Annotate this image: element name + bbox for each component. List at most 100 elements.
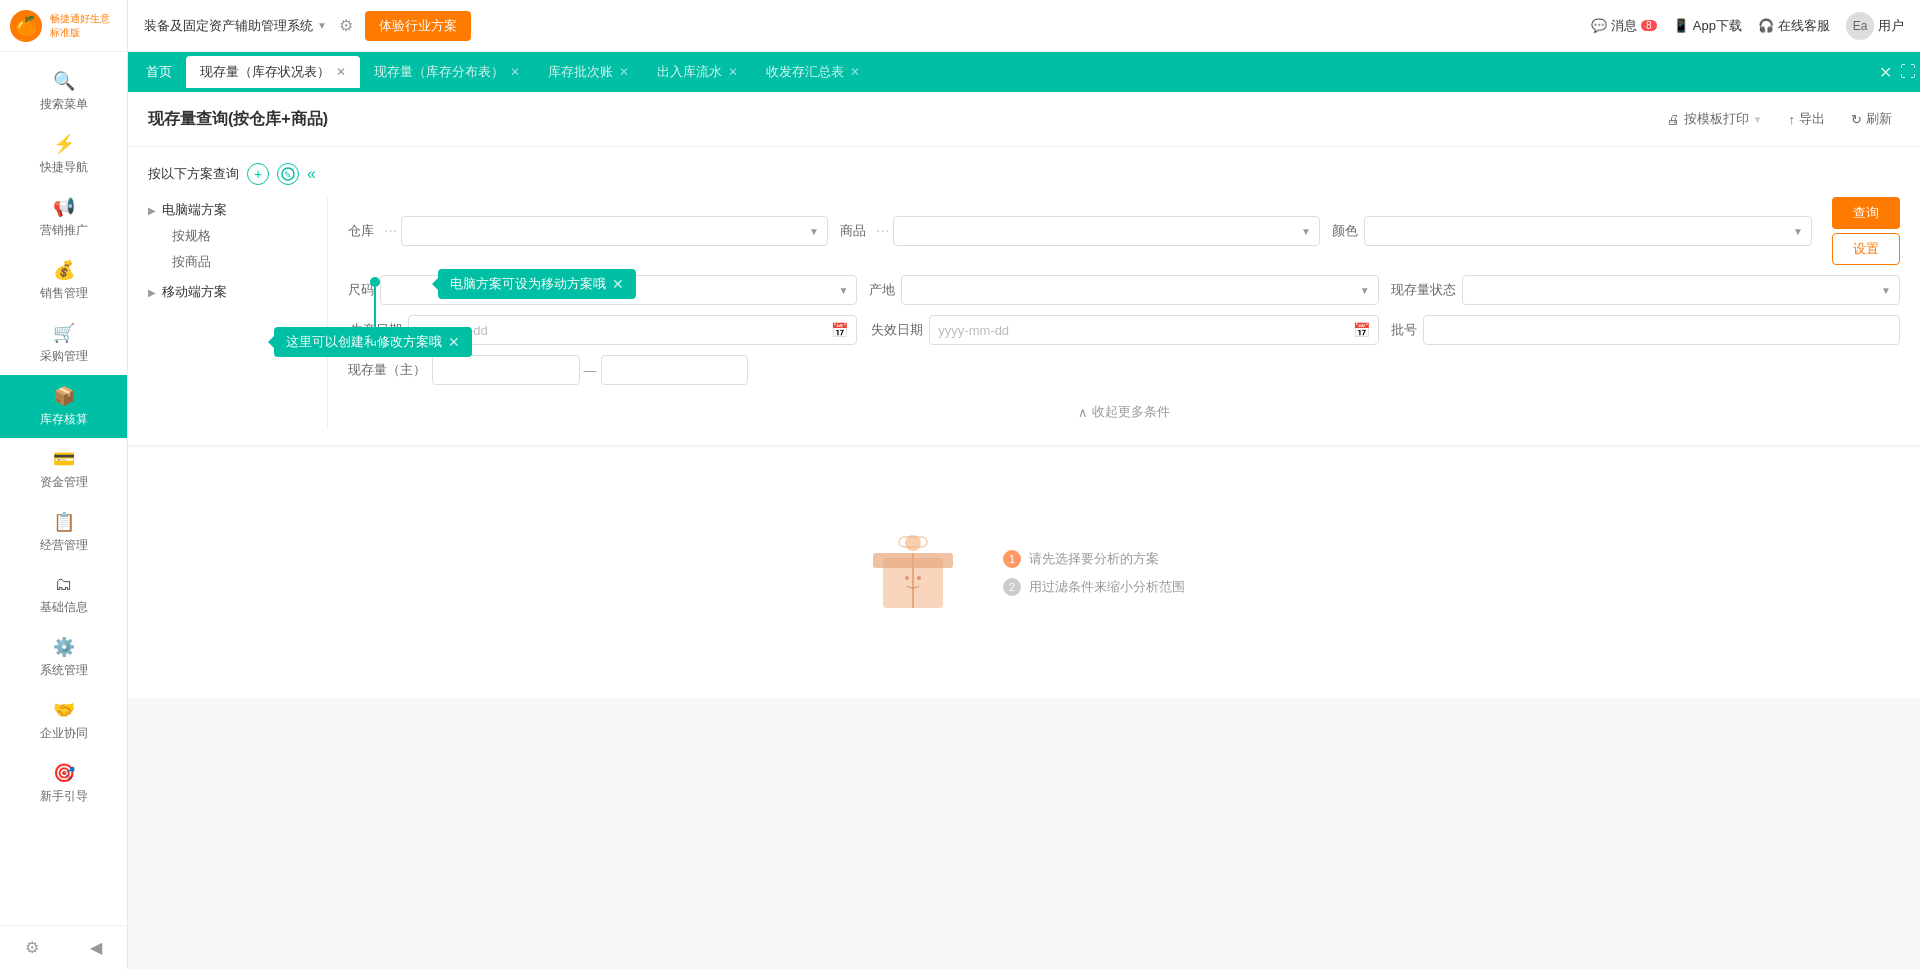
- sidebar-item-management[interactable]: 📋 经营管理: [0, 501, 127, 564]
- tab-home[interactable]: 首页: [132, 56, 186, 88]
- tab-batch-close[interactable]: ✕: [619, 65, 629, 79]
- print-btn[interactable]: 🖨 按模板打印 ▼: [1659, 106, 1771, 132]
- expiry-date-label: 失效日期: [869, 321, 929, 339]
- tab-batch[interactable]: 库存批次账 ✕: [534, 56, 643, 88]
- tab-inventory-dist-label: 现存量（库存分布表）: [374, 63, 504, 81]
- sidebar-item-cooperation[interactable]: 🤝 企业协同: [0, 689, 127, 752]
- scheme-pc[interactable]: ▶ 电脑端方案: [148, 197, 315, 223]
- tab-batch-label: 库存批次账: [548, 63, 613, 81]
- step-2-num: 2: [1003, 578, 1021, 596]
- sidebar-nav: 🔍 搜索菜单 ⚡ 快捷导航 📢 营销推广 💰 销售管理 🛒 采购管理 📦 库存核…: [0, 52, 127, 925]
- phone-icon: 📱: [1673, 18, 1689, 33]
- logo-line2: 标准版: [50, 26, 110, 40]
- sidebar-item-basic[interactable]: 🗂 基础信息: [0, 564, 127, 626]
- online-service-btn[interactable]: 🎧 在线客服: [1758, 17, 1830, 35]
- sidebar-item-nav[interactable]: ⚡ 快捷导航: [0, 123, 127, 186]
- page-title: 现存量查询(按仓库+商品): [148, 109, 328, 130]
- management-icon: 📋: [53, 511, 75, 533]
- sidebar-item-purchase[interactable]: 🛒 采购管理: [0, 312, 127, 375]
- svg-text:✎: ✎: [284, 170, 292, 180]
- filter-stock-main: 现存量（主） —: [348, 355, 748, 385]
- filter-batch: 批号: [1391, 315, 1900, 345]
- scheme-pc-spec[interactable]: 按规格: [148, 223, 315, 249]
- print-arrow-icon: ▼: [1753, 114, 1763, 125]
- stock-range-sep: —: [584, 363, 597, 378]
- tooltip-edit-close[interactable]: ✕: [448, 334, 460, 350]
- filter-origin: 产地 ▼: [869, 275, 1378, 305]
- message-icon: 💬: [1591, 18, 1607, 33]
- export-icon: ↑: [1789, 112, 1796, 127]
- filter-warehouse: 仓库 ··· ▼: [348, 216, 828, 246]
- topbar-settings-icon[interactable]: ⚙: [339, 16, 353, 35]
- warehouse-select-arrow: ▼: [809, 226, 819, 237]
- warehouse-select[interactable]: ▼: [401, 216, 828, 246]
- sidebar-item-sales[interactable]: 💰 销售管理: [0, 249, 127, 312]
- tab-close-all-btn[interactable]: ✕: [1879, 63, 1892, 82]
- step-1-num: 1: [1003, 550, 1021, 568]
- color-select[interactable]: ▼: [1364, 216, 1812, 246]
- goods-label: 商品: [840, 222, 872, 240]
- sidebar-item-guide[interactable]: 🎯 新手引导: [0, 752, 127, 815]
- sidebar-item-finance-label: 资金管理: [40, 474, 88, 491]
- tooltip-pc: 电脑方案可设为移动方案哦 ✕: [438, 269, 636, 299]
- scheme-pc-goods[interactable]: 按商品: [148, 249, 315, 275]
- size-select-arrow: ▼: [838, 285, 848, 296]
- cooperation-icon: 🤝: [53, 699, 75, 721]
- origin-select-arrow: ▼: [1360, 285, 1370, 296]
- goods-select[interactable]: ▼: [893, 216, 1320, 246]
- origin-select[interactable]: ▼: [901, 275, 1378, 305]
- system-title-select[interactable]: 装备及固定资产辅助管理系统 ▼: [144, 17, 327, 35]
- stock-main-from[interactable]: [432, 355, 580, 385]
- warehouse-label: 仓库: [348, 222, 380, 240]
- settings-footer-btn[interactable]: ⚙: [25, 938, 39, 957]
- filter-edit-btn[interactable]: ✎: [277, 163, 299, 185]
- user-area[interactable]: Ea 用户: [1846, 12, 1904, 40]
- filter-back-btn[interactable]: «: [307, 165, 316, 183]
- sidebar-item-system-label: 系统管理: [40, 662, 88, 679]
- tab-home-label: 首页: [146, 63, 172, 81]
- tabbar: 首页 现存量（库存状况表） ✕ 现存量（库存分布表） ✕ 库存批次账 ✕ 出入库…: [128, 52, 1920, 92]
- collapse-btn[interactable]: ∧ 收起更多条件: [348, 395, 1900, 429]
- collapse-label: 收起更多条件: [1092, 403, 1170, 421]
- sidebar-item-inventory[interactable]: 📦 库存核算: [0, 375, 127, 438]
- tooltip-pc-text: 电脑方案可设为移动方案哦: [450, 275, 606, 293]
- tooltip-pc-close[interactable]: ✕: [612, 276, 624, 292]
- export-btn[interactable]: ↑ 导出: [1781, 106, 1834, 132]
- filter-expiry-date: 失效日期 yyyy-mm-dd 📅: [869, 315, 1378, 345]
- batch-input[interactable]: [1423, 315, 1900, 345]
- tab-inventory-status-close[interactable]: ✕: [336, 65, 346, 79]
- tooltip-edit-text: 这里可以创建和修改方案哦: [286, 333, 442, 351]
- expiry-date-input[interactable]: yyyy-mm-dd 📅: [929, 315, 1378, 345]
- query-btn[interactable]: 查询: [1832, 197, 1900, 229]
- avatar: Ea: [1846, 12, 1874, 40]
- reset-btn[interactable]: 设置: [1832, 233, 1900, 265]
- step-2-text: 用过滤条件来缩小分析范围: [1029, 578, 1185, 596]
- message-btn[interactable]: 💬 消息 8: [1591, 17, 1657, 35]
- tab-inventory-status[interactable]: 现存量（库存状况表） ✕: [186, 56, 360, 88]
- stock-status-select[interactable]: ▼: [1462, 275, 1900, 305]
- production-date-input[interactable]: yyyy-mm-dd 📅: [408, 315, 857, 345]
- filter-header-label: 按以下方案查询: [148, 165, 239, 183]
- tab-inout-flow[interactable]: 出入库流水 ✕: [643, 56, 752, 88]
- collapse-sidebar-btn[interactable]: ◀: [90, 938, 102, 957]
- warehouse-dots[interactable]: ···: [380, 222, 401, 240]
- sidebar-item-search[interactable]: 🔍 搜索菜单: [0, 60, 127, 123]
- trial-btn[interactable]: 体验行业方案: [365, 11, 471, 41]
- app-download-btn[interactable]: 📱 App下载: [1673, 17, 1742, 35]
- sidebar-item-finance[interactable]: 💳 资金管理: [0, 438, 127, 501]
- tab-inout-flow-close[interactable]: ✕: [728, 65, 738, 79]
- stock-main-to[interactable]: [601, 355, 749, 385]
- tab-inventory-dist[interactable]: 现存量（库存分布表） ✕: [360, 56, 534, 88]
- filter-add-btn[interactable]: +: [247, 163, 269, 185]
- sidebar-item-sales-label: 销售管理: [40, 285, 88, 302]
- tab-maximize-btn[interactable]: ⛶: [1900, 63, 1916, 81]
- goods-dots[interactable]: ···: [872, 222, 893, 240]
- sidebar-item-system[interactable]: ⚙️ 系统管理: [0, 626, 127, 689]
- tab-inventory-status-label: 现存量（库存状况表）: [200, 63, 330, 81]
- refresh-btn[interactable]: ↻ 刷新: [1843, 106, 1900, 132]
- sidebar-item-marketing[interactable]: 📢 营销推广: [0, 186, 127, 249]
- tab-inventory-dist-close[interactable]: ✕: [510, 65, 520, 79]
- tab-summary-close[interactable]: ✕: [850, 65, 860, 79]
- tab-summary[interactable]: 收发存汇总表 ✕: [752, 56, 874, 88]
- scheme-mobile[interactable]: ▶ 移动端方案: [148, 279, 315, 305]
